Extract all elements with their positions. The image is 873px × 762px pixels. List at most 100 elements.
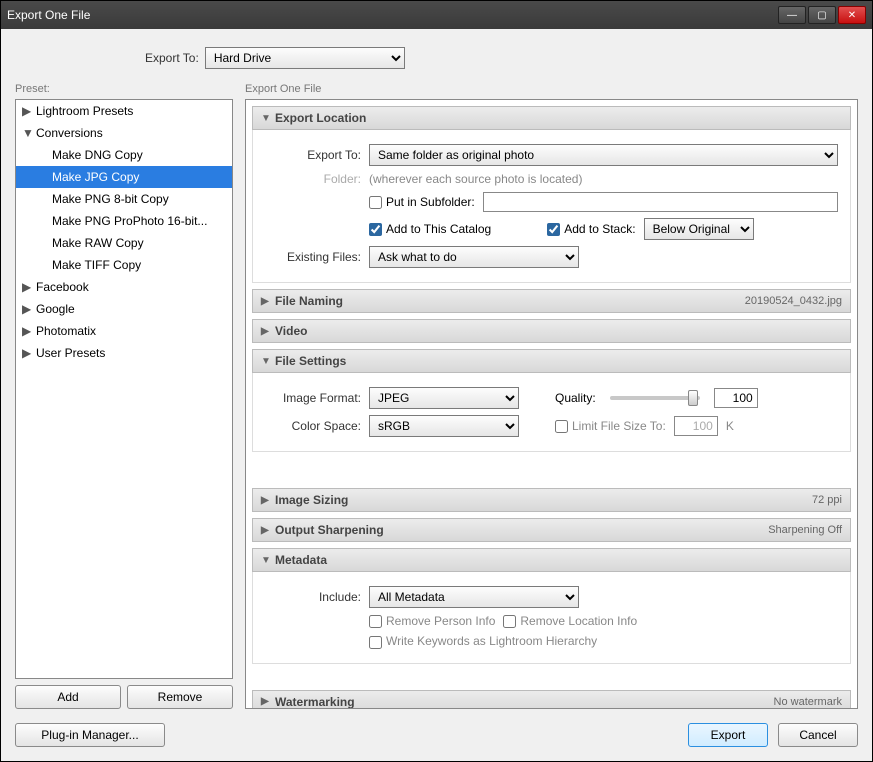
- preset-label: Facebook: [36, 280, 89, 294]
- image-format-label: Image Format:: [265, 391, 361, 405]
- metadata-include-label: Include:: [265, 590, 361, 604]
- export-to-label: Export To:: [145, 51, 199, 65]
- put-in-subfolder-checkbox[interactable]: Put in Subfolder:: [369, 195, 475, 209]
- preset-label: Google: [36, 302, 75, 316]
- preset-item[interactable]: Make JPG Copy: [16, 166, 232, 188]
- loc-export-to-select[interactable]: Same folder as original photo: [369, 144, 838, 166]
- chevron-right-icon: ▶: [261, 495, 275, 506]
- preset-label: Make RAW Copy: [52, 236, 144, 250]
- section-metadata-header[interactable]: ▼ Metadata: [252, 548, 851, 572]
- limit-file-size-input[interactable]: [674, 416, 718, 436]
- loc-folder-label: Folder:: [265, 172, 361, 186]
- export-dialog: Export One File — ▢ ✕ Export To: Hard Dr…: [0, 0, 873, 762]
- chevron-down-icon: ▼: [22, 126, 36, 140]
- preset-label: Make PNG 8-bit Copy: [52, 192, 169, 206]
- preset-label: Photomatix: [36, 324, 96, 338]
- maximize-button[interactable]: ▢: [808, 6, 836, 24]
- add-to-stack-checkbox[interactable]: Add to Stack:: [547, 222, 635, 236]
- quality-label: Quality:: [555, 391, 596, 405]
- preset-group[interactable]: ▼Conversions: [16, 122, 232, 144]
- preset-item[interactable]: Make PNG ProPhoto 16-bit...: [16, 210, 232, 232]
- image-format-select[interactable]: JPEG: [369, 387, 519, 409]
- chevron-down-icon: ▼: [261, 356, 275, 367]
- chevron-down-icon: ▼: [261, 555, 275, 566]
- file-naming-summary: 20190524_0432.jpg: [745, 295, 842, 307]
- section-video-title: Video: [275, 324, 307, 338]
- limit-unit: K: [726, 419, 734, 433]
- minimize-button[interactable]: —: [778, 6, 806, 24]
- section-watermarking-title: Watermarking: [275, 695, 355, 709]
- chevron-right-icon: ▶: [22, 280, 36, 294]
- chevron-right-icon: ▶: [261, 296, 275, 307]
- section-file-settings-header[interactable]: ▼ File Settings: [252, 349, 851, 373]
- add-to-catalog-checkbox[interactable]: Add to This Catalog: [369, 222, 491, 236]
- preset-item[interactable]: Make DNG Copy: [16, 144, 232, 166]
- image-sizing-summary: 72 ppi: [812, 494, 842, 506]
- remove-preset-button[interactable]: Remove: [127, 685, 233, 709]
- remove-location-info-checkbox[interactable]: Remove Location Info: [503, 614, 637, 628]
- chevron-right-icon: ▶: [261, 525, 275, 536]
- section-file-settings-title: File Settings: [275, 354, 346, 368]
- section-image-sizing-header[interactable]: ▶ Image Sizing 72 ppi: [252, 488, 851, 512]
- settings-scroll[interactable]: ▼ Export Location Export To: Same folder…: [245, 99, 858, 709]
- add-preset-button[interactable]: Add: [15, 685, 121, 709]
- chevron-right-icon: ▶: [22, 104, 36, 118]
- existing-files-label: Existing Files:: [265, 250, 361, 264]
- preset-group[interactable]: ▶Photomatix: [16, 320, 232, 342]
- window-title: Export One File: [7, 8, 778, 22]
- preset-group[interactable]: ▶Lightroom Presets: [16, 100, 232, 122]
- chevron-right-icon: ▶: [261, 696, 275, 707]
- chevron-right-icon: ▶: [22, 346, 36, 360]
- chevron-down-icon: ▼: [261, 113, 275, 124]
- close-button[interactable]: ✕: [838, 6, 866, 24]
- quality-slider[interactable]: [610, 396, 700, 400]
- dialog-content: Export To: Hard Drive Preset: ▶Lightroom…: [1, 29, 872, 761]
- chevron-right-icon: ▶: [261, 326, 275, 337]
- chevron-right-icon: ▶: [22, 324, 36, 338]
- watermarking-summary: No watermark: [774, 696, 842, 708]
- chevron-right-icon: ▶: [22, 302, 36, 316]
- limit-file-size-checkbox[interactable]: Limit File Size To:: [555, 419, 666, 433]
- section-file-naming-title: File Naming: [275, 294, 343, 308]
- preset-label: Preset:: [15, 83, 233, 95]
- section-file-naming-header[interactable]: ▶ File Naming 20190524_0432.jpg: [252, 289, 851, 313]
- section-video-header[interactable]: ▶ Video: [252, 319, 851, 343]
- preset-label: Make DNG Copy: [52, 148, 143, 162]
- cancel-button[interactable]: Cancel: [778, 723, 858, 747]
- metadata-include-select[interactable]: All Metadata: [369, 586, 579, 608]
- loc-export-to-label: Export To:: [265, 148, 361, 162]
- preset-label: User Presets: [36, 346, 105, 360]
- section-export-location-title: Export Location: [275, 111, 366, 125]
- titlebar[interactable]: Export One File — ▢ ✕: [1, 1, 872, 29]
- right-panel-label: Export One File: [245, 83, 858, 95]
- preset-label: Lightroom Presets: [36, 104, 133, 118]
- section-watermarking-header[interactable]: ▶ Watermarking No watermark: [252, 690, 851, 709]
- export-to-select[interactable]: Hard Drive: [205, 47, 405, 69]
- remove-person-info-checkbox[interactable]: Remove Person Info: [369, 614, 495, 628]
- preset-group[interactable]: ▶Facebook: [16, 276, 232, 298]
- quality-input[interactable]: [714, 388, 758, 408]
- section-image-sizing-title: Image Sizing: [275, 493, 348, 507]
- color-space-select[interactable]: sRGB: [369, 415, 519, 437]
- preset-group[interactable]: ▶Google: [16, 298, 232, 320]
- color-space-label: Color Space:: [265, 419, 361, 433]
- preset-label: Make PNG ProPhoto 16-bit...: [52, 214, 207, 228]
- preset-item[interactable]: Make TIFF Copy: [16, 254, 232, 276]
- subfolder-name-input[interactable]: [483, 192, 838, 212]
- preset-list[interactable]: ▶Lightroom Presets▼ConversionsMake DNG C…: [15, 99, 233, 679]
- preset-item[interactable]: Make PNG 8-bit Copy: [16, 188, 232, 210]
- preset-label: Make JPG Copy: [52, 170, 139, 184]
- section-export-location-header[interactable]: ▼ Export Location: [252, 106, 851, 130]
- loc-folder-value: (wherever each source photo is located): [369, 172, 582, 186]
- preset-group[interactable]: ▶User Presets: [16, 342, 232, 364]
- preset-label: Conversions: [36, 126, 103, 140]
- section-metadata-title: Metadata: [275, 553, 327, 567]
- output-sharpening-summary: Sharpening Off: [768, 524, 842, 536]
- preset-item[interactable]: Make RAW Copy: [16, 232, 232, 254]
- existing-files-select[interactable]: Ask what to do: [369, 246, 579, 268]
- write-keywords-checkbox[interactable]: Write Keywords as Lightroom Hierarchy: [369, 634, 597, 648]
- stack-position-select[interactable]: Below Original: [644, 218, 754, 240]
- export-button[interactable]: Export: [688, 723, 768, 747]
- plugin-manager-button[interactable]: Plug-in Manager...: [15, 723, 165, 747]
- section-output-sharpening-header[interactable]: ▶ Output Sharpening Sharpening Off: [252, 518, 851, 542]
